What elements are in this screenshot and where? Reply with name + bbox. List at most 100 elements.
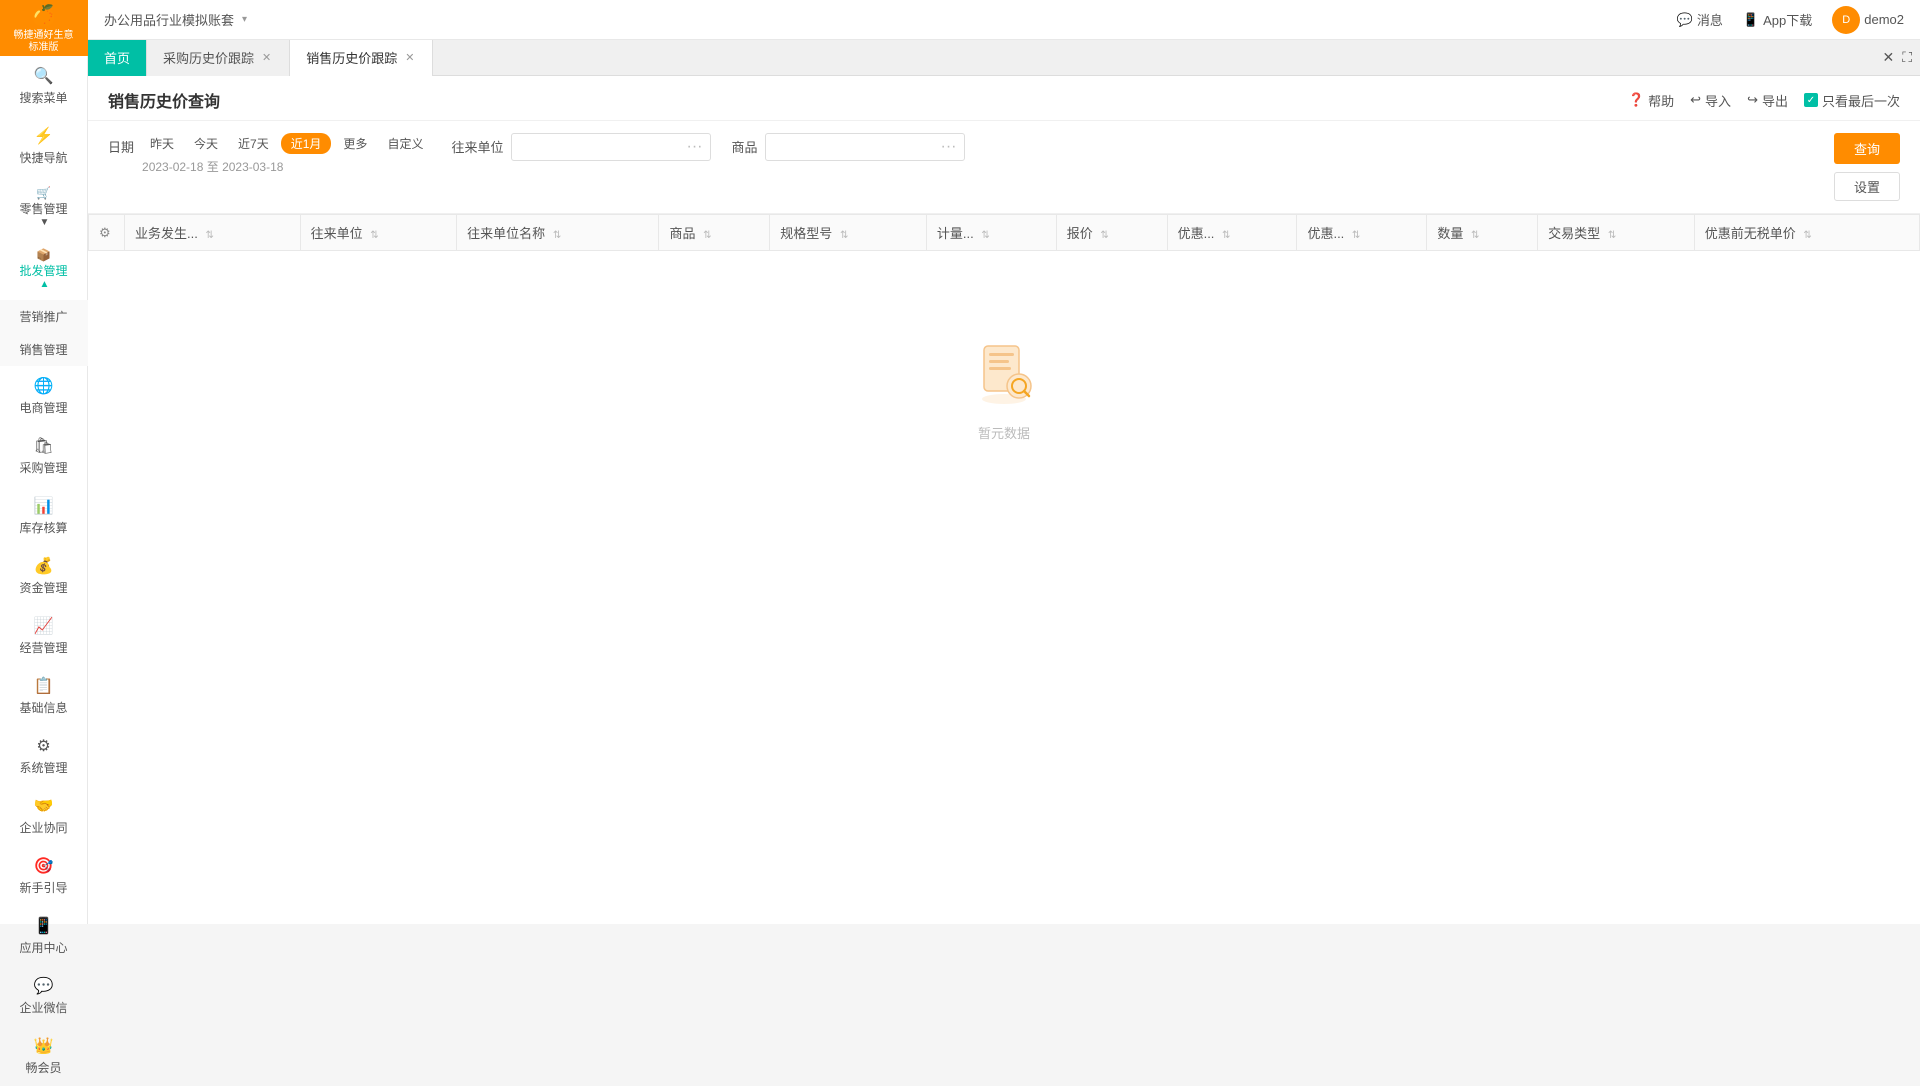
partner-input-dots: ···	[686, 138, 702, 156]
th-product[interactable]: 商品 ⇅	[659, 215, 770, 251]
sidebar-corpwechat-label: 企业微信	[19, 999, 67, 1016]
ecommerce-icon: 🌐	[34, 376, 54, 396]
tab-purchase-close-icon[interactable]: ✕	[260, 49, 273, 66]
date-option-more[interactable]: 更多	[335, 133, 375, 154]
sidebar-ecommerce-label: 电商管理	[19, 399, 67, 416]
table-area: ⚙ 业务发生... ⇅ 往来单位 ⇅ 往来单位名称 ⇅	[88, 214, 1920, 924]
only-last-checkbox[interactable]: ✓ 只看最后一次	[1804, 91, 1900, 110]
sidebar-item-basic-info[interactable]: 📋 基础信息	[0, 666, 88, 726]
th-price[interactable]: 报价 ⇅	[1056, 215, 1167, 251]
wholesale-icon: 📦	[36, 248, 51, 262]
table-header-row: ⚙ 业务发生... ⇅ 往来单位 ⇅ 往来单位名称 ⇅	[89, 215, 1920, 251]
sidebar-item-wholesale[interactable]: 📦 批发管理 ▲	[0, 238, 88, 300]
sidebar-marketing-label: 营销推广	[19, 308, 67, 325]
user-name-label: demo2	[1864, 12, 1904, 27]
filter-actions: 查询 设置	[1834, 133, 1900, 201]
tab-home[interactable]: 首页	[88, 40, 147, 76]
date-option-yesterday[interactable]: 昨天	[142, 133, 182, 154]
sidebar-item-marketing[interactable]: 营销推广	[0, 300, 88, 333]
sidebar-system-label: 系统管理	[19, 759, 67, 776]
help-button[interactable]: ❓ 帮助	[1628, 91, 1674, 110]
product-filter-group: 商品 ···	[731, 133, 965, 161]
th-pretax-price-label: 优惠前无税单价	[1705, 226, 1796, 241]
purchase-icon: 🛍	[33, 436, 53, 456]
only-last-label: 只看最后一次	[1822, 91, 1900, 110]
dropdown-arrow-icon[interactable]: ▾	[242, 14, 247, 25]
th-quantity[interactable]: 数量 ⇅	[1427, 215, 1538, 251]
sidebar-shortcut-label: 快捷导航	[19, 149, 67, 166]
column-settings-icon[interactable]: ⚙	[99, 225, 111, 240]
app-download-button[interactable]: 📱 App下载	[1743, 10, 1812, 29]
sidebar-item-inventory[interactable]: 📊 库存核算	[0, 486, 88, 546]
finance-icon: 💰	[34, 556, 54, 576]
th-partner-code[interactable]: 往来单位 ⇅	[300, 215, 457, 251]
tabbar: 首页 采购历史价跟踪 ✕ 销售历史价跟踪 ✕ ✕ ⛶	[88, 40, 1920, 76]
wholesale-arrow-icon: ▲	[40, 279, 50, 290]
app-download-label: App下载	[1763, 10, 1812, 29]
sort-unit-icon: ⇅	[981, 230, 989, 241]
date-option-today[interactable]: 今天	[186, 133, 226, 154]
date-option-custom[interactable]: 自定义	[379, 133, 431, 154]
sidebar-wholesale-label: 批发管理	[19, 262, 67, 279]
sidebar-item-finance[interactable]: 💰 资金管理	[0, 546, 88, 606]
tab-sales-close-icon[interactable]: ✕	[403, 49, 416, 66]
search-icon: 🔍	[34, 66, 54, 86]
export-label: 导出	[1762, 91, 1788, 110]
sidebar-item-enterprise[interactable]: 🤝 企业协同	[0, 786, 88, 846]
export-button[interactable]: ↪ 导出	[1747, 91, 1788, 110]
sidebar-item-apps[interactable]: 📱 应用中心	[0, 906, 88, 966]
tab-home-label: 首页	[104, 48, 130, 67]
sidebar-item-retail[interactable]: 🛒 零售管理 ▼	[0, 176, 88, 238]
retail-arrow-icon: ▼	[40, 217, 50, 228]
sort-partner-name-icon: ⇅	[553, 230, 561, 241]
date-option-1month[interactable]: 近1月	[281, 133, 332, 154]
sidebar-item-members[interactable]: 👑 畅会员	[0, 1026, 88, 1086]
product-input[interactable]: ···	[765, 133, 965, 161]
sidebar-item-system[interactable]: ⚙ 系统管理	[0, 726, 88, 786]
query-button[interactable]: 查询	[1834, 133, 1900, 164]
th-discount1[interactable]: 优惠... ⇅	[1167, 215, 1297, 251]
th-trade-type-label: 交易类型	[1548, 226, 1600, 241]
enterprise-icon: 🤝	[34, 796, 54, 816]
sidebar-item-purchase[interactable]: 🛍 采购管理	[0, 426, 88, 486]
th-product-label: 商品	[669, 226, 695, 241]
sidebar-item-ecommerce[interactable]: 🌐 电商管理	[0, 366, 88, 426]
topbar: 办公用品行业模拟账套 ▾ 💬 消息 📱 App下载 D demo2	[88, 0, 1920, 40]
th-unit[interactable]: 计量... ⇅	[926, 215, 1056, 251]
settings-button[interactable]: 设置	[1834, 172, 1900, 201]
topbar-left: 办公用品行业模拟账套 ▾	[104, 10, 247, 29]
sidebar-item-corp-wechat[interactable]: 💬 企业微信	[0, 966, 88, 1026]
import-button[interactable]: ↩ 导入	[1690, 91, 1731, 110]
partner-input[interactable]: ···	[511, 133, 711, 161]
export-icon: ↪	[1747, 92, 1758, 108]
tab-sales-history[interactable]: 销售历史价跟踪 ✕	[290, 40, 433, 76]
sidebar-item-guide[interactable]: 🎯 新手引导	[0, 846, 88, 906]
sidebar-item-shortcut[interactable]: ⚡ 快捷导航	[0, 116, 88, 176]
user-profile[interactable]: D demo2	[1832, 6, 1904, 34]
filter-bar: 日期 昨天 今天 近7天 近1月 更多 自定义 2023-02-18 至 202…	[88, 121, 1920, 214]
close-window-icon[interactable]: ✕	[1882, 49, 1894, 66]
tab-purchase-label: 采购历史价跟踪	[163, 48, 254, 67]
filter-dates: 昨天 今天 近7天 近1月 更多 自定义 2023-02-18 至 2023-0…	[142, 133, 431, 175]
sidebar-item-search[interactable]: 🔍 搜索菜单	[0, 56, 88, 116]
tab-purchase-history[interactable]: 采购历史价跟踪 ✕	[147, 40, 290, 76]
sidebar-item-sales-mgmt[interactable]: 销售管理	[0, 333, 88, 366]
th-spec[interactable]: 规格型号 ⇅	[770, 215, 927, 251]
page-title: 销售历史价查询	[108, 88, 220, 112]
th-trade-type[interactable]: 交易类型 ⇅	[1538, 215, 1695, 251]
message-button[interactable]: 💬 消息	[1677, 10, 1723, 29]
partner-filter-group: 往来单位 ···	[451, 133, 711, 161]
sidebar-item-operations[interactable]: 📈 经营管理	[0, 606, 88, 666]
th-biz-date-label: 业务发生...	[135, 226, 198, 241]
th-pretax-price[interactable]: 优惠前无税单价 ⇅	[1694, 215, 1919, 251]
maximize-window-icon[interactable]: ⛶	[1902, 49, 1912, 66]
th-discount2[interactable]: 优惠... ⇅	[1297, 215, 1427, 251]
date-option-7days[interactable]: 近7天	[230, 133, 277, 154]
import-label: 导入	[1705, 91, 1731, 110]
retail-icon: 🛒	[36, 186, 51, 200]
th-biz-date[interactable]: 业务发生... ⇅	[125, 215, 301, 251]
sidebar-inventory-label: 库存核算	[19, 519, 67, 536]
apps-icon: 📱	[34, 916, 54, 936]
th-partner-name[interactable]: 往来单位名称 ⇅	[457, 215, 659, 251]
guide-icon: 🎯	[34, 856, 54, 876]
